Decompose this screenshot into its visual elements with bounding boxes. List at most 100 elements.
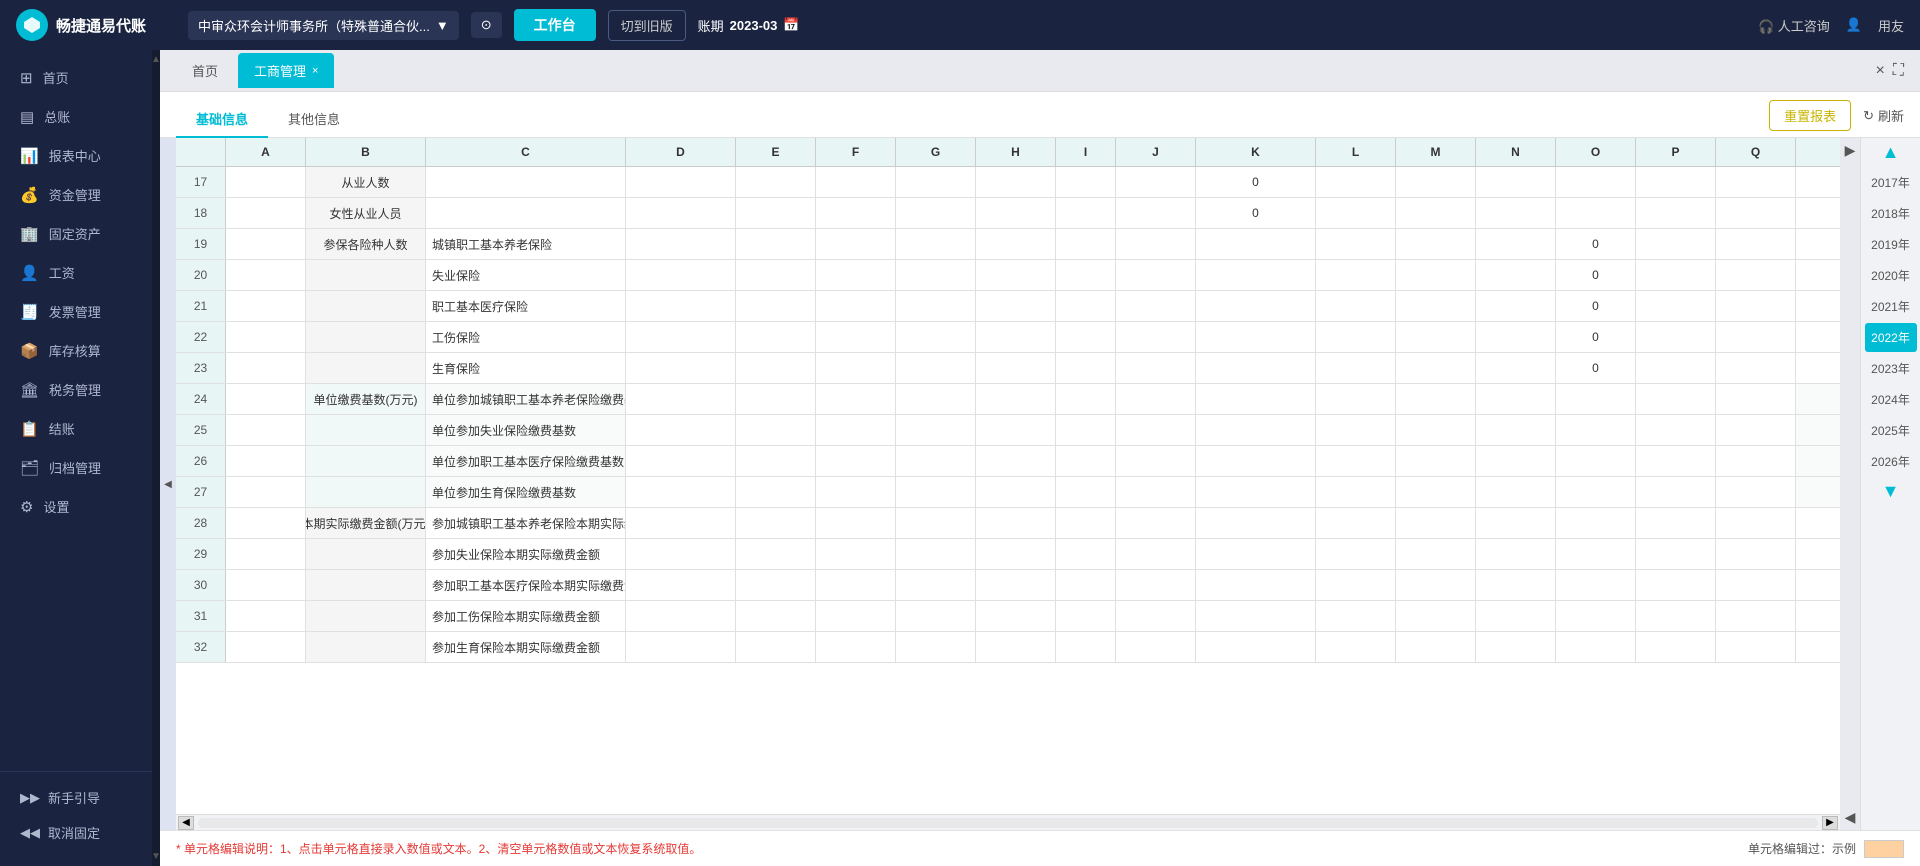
cell-21-i[interactable] bbox=[1056, 291, 1116, 321]
cell-28-k[interactable] bbox=[1196, 508, 1316, 538]
cell-24-n[interactable] bbox=[1476, 384, 1556, 414]
cell-32-j[interactable] bbox=[1116, 632, 1196, 662]
cell-26-g[interactable] bbox=[896, 446, 976, 476]
cell-23-j[interactable] bbox=[1116, 353, 1196, 383]
sidebar-item-reports[interactable]: 📊 报表中心 bbox=[0, 136, 160, 175]
cell-27-h[interactable] bbox=[976, 477, 1056, 507]
cell-25-e[interactable] bbox=[736, 415, 816, 445]
cell-24-q[interactable] bbox=[1716, 384, 1796, 414]
cell-17-g[interactable] bbox=[896, 167, 976, 197]
cell-31-p[interactable] bbox=[1636, 601, 1716, 631]
cell-31-k[interactable] bbox=[1196, 601, 1316, 631]
cell-32-e[interactable] bbox=[736, 632, 816, 662]
cell-30-m[interactable] bbox=[1396, 570, 1476, 600]
cell-18-l[interactable] bbox=[1316, 198, 1396, 228]
cell-21-l[interactable] bbox=[1316, 291, 1396, 321]
cell-18-q[interactable] bbox=[1716, 198, 1796, 228]
cell-17-n[interactable] bbox=[1476, 167, 1556, 197]
cell-20-e[interactable] bbox=[736, 260, 816, 290]
cell-19-c[interactable]: 城镇职工基本养老保险 bbox=[426, 229, 626, 259]
cell-21-p[interactable] bbox=[1636, 291, 1716, 321]
cell-21-c[interactable]: 职工基本医疗保险 bbox=[426, 291, 626, 321]
cell-19-d[interactable] bbox=[626, 229, 736, 259]
cell-23-q[interactable] bbox=[1716, 353, 1796, 383]
cell-21-q[interactable] bbox=[1716, 291, 1796, 321]
maximize-icon[interactable]: ⛶ bbox=[1893, 62, 1904, 80]
cell-22-k[interactable] bbox=[1196, 322, 1316, 352]
cell-22-l[interactable] bbox=[1316, 322, 1396, 352]
cell-20-m[interactable] bbox=[1396, 260, 1476, 290]
cell-22-p[interactable] bbox=[1636, 322, 1716, 352]
cell-19-q[interactable] bbox=[1716, 229, 1796, 259]
cell-24-p[interactable] bbox=[1636, 384, 1716, 414]
cell-32-f[interactable] bbox=[816, 632, 896, 662]
cell-31-h[interactable] bbox=[976, 601, 1056, 631]
cell-21-f[interactable] bbox=[816, 291, 896, 321]
cell-22-b[interactable] bbox=[306, 322, 426, 352]
workbench-button[interactable]: 工作台 bbox=[514, 9, 596, 41]
cell-18-j[interactable] bbox=[1116, 198, 1196, 228]
cell-28-o[interactable] bbox=[1556, 508, 1636, 538]
cell-29-k[interactable] bbox=[1196, 539, 1316, 569]
cell-32-m[interactable] bbox=[1396, 632, 1476, 662]
cell-27-l[interactable] bbox=[1316, 477, 1396, 507]
cell-30-o[interactable] bbox=[1556, 570, 1636, 600]
cell-27-b[interactable] bbox=[306, 477, 426, 507]
cell-23-n[interactable] bbox=[1476, 353, 1556, 383]
cell-17-a[interactable] bbox=[226, 167, 306, 197]
sub-tab-other[interactable]: 其他信息 bbox=[268, 101, 360, 138]
cell-25-a[interactable] bbox=[226, 415, 306, 445]
cell-21-j[interactable] bbox=[1116, 291, 1196, 321]
cell-28-h[interactable] bbox=[976, 508, 1056, 538]
cell-18-c[interactable] bbox=[426, 198, 626, 228]
cell-29-b[interactable] bbox=[306, 539, 426, 569]
cell-30-i[interactable] bbox=[1056, 570, 1116, 600]
cell-29-e[interactable] bbox=[736, 539, 816, 569]
cell-24-g[interactable] bbox=[896, 384, 976, 414]
cell-32-a[interactable] bbox=[226, 632, 306, 662]
year-item-2023[interactable]: 2023年 bbox=[1865, 354, 1917, 383]
cell-28-a[interactable] bbox=[226, 508, 306, 538]
cell-20-d[interactable] bbox=[626, 260, 736, 290]
cell-17-l[interactable] bbox=[1316, 167, 1396, 197]
cell-19-n[interactable] bbox=[1476, 229, 1556, 259]
cell-20-n[interactable] bbox=[1476, 260, 1556, 290]
cell-23-b[interactable] bbox=[306, 353, 426, 383]
cell-24-m[interactable] bbox=[1396, 384, 1476, 414]
cell-28-q[interactable] bbox=[1716, 508, 1796, 538]
cell-29-l[interactable] bbox=[1316, 539, 1396, 569]
cell-19-j[interactable] bbox=[1116, 229, 1196, 259]
sidebar-item-invoice[interactable]: 🧾 发票管理 bbox=[0, 292, 160, 331]
tab-home[interactable]: 首页 bbox=[176, 53, 234, 88]
cell-26-i[interactable] bbox=[1056, 446, 1116, 476]
cell-23-k[interactable] bbox=[1196, 353, 1316, 383]
cell-25-g[interactable] bbox=[896, 415, 976, 445]
cell-23-g[interactable] bbox=[896, 353, 976, 383]
cell-26-p[interactable] bbox=[1636, 446, 1716, 476]
cell-19-k[interactable] bbox=[1196, 229, 1316, 259]
cell-17-e[interactable] bbox=[736, 167, 816, 197]
cell-26-k[interactable] bbox=[1196, 446, 1316, 476]
cell-30-q[interactable] bbox=[1716, 570, 1796, 600]
cell-21-k[interactable] bbox=[1196, 291, 1316, 321]
cell-18-k[interactable]: 0 bbox=[1196, 198, 1316, 228]
year-up-arrow[interactable]: ▲ bbox=[1882, 142, 1900, 163]
cell-20-g[interactable] bbox=[896, 260, 976, 290]
cell-18-b[interactable]: 女性从业人员 bbox=[306, 198, 426, 228]
cell-20-h[interactable] bbox=[976, 260, 1056, 290]
cell-18-i[interactable] bbox=[1056, 198, 1116, 228]
year-item-2024[interactable]: 2024年 bbox=[1865, 385, 1917, 414]
cell-18-f[interactable] bbox=[816, 198, 896, 228]
cell-25-b[interactable] bbox=[306, 415, 426, 445]
sidebar-scroll-down[interactable]: ▼ bbox=[151, 851, 161, 862]
cell-22-n[interactable] bbox=[1476, 322, 1556, 352]
cell-27-e[interactable] bbox=[736, 477, 816, 507]
cell-30-g[interactable] bbox=[896, 570, 976, 600]
cell-32-i[interactable] bbox=[1056, 632, 1116, 662]
cell-32-o[interactable] bbox=[1556, 632, 1636, 662]
cell-27-q[interactable] bbox=[1716, 477, 1796, 507]
cell-18-a[interactable] bbox=[226, 198, 306, 228]
cell-26-m[interactable] bbox=[1396, 446, 1476, 476]
cell-32-l[interactable] bbox=[1316, 632, 1396, 662]
cell-30-k[interactable] bbox=[1196, 570, 1316, 600]
